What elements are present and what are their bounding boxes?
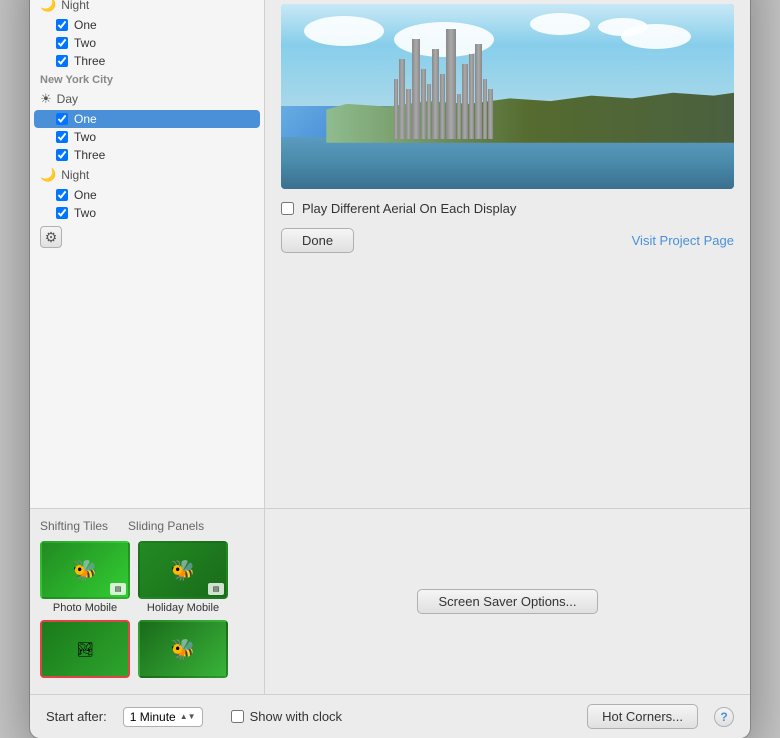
shifting-tiles-tab[interactable]: Shifting Tiles [40,519,108,533]
content-area: 🌙 Night One Two Three New York City [30,0,750,508]
day-two-checkbox[interactable] [56,131,68,143]
button-row: Done Visit Project Page [281,228,734,253]
screensaver-content: Shifting Tiles Sliding Panels 🐝 ▤ Photo … [30,509,750,694]
thumb-row-1: 🐝 ▤ Photo Mobile 🐝 ▤ Holiday Mobile [40,541,254,614]
night1-two-item[interactable]: Two [30,34,264,52]
day-three-checkbox[interactable] [56,149,68,161]
night1-three-checkbox[interactable] [56,55,68,67]
night2-one-label: One [74,188,97,202]
screensaver-left: Shifting Tiles Sliding Panels 🐝 ▤ Photo … [30,509,265,694]
buildings [394,74,711,139]
night2-one-checkbox[interactable] [56,189,68,201]
start-after-label: Start after: [46,709,107,724]
night2-two-item[interactable]: Two [30,204,264,222]
night1-two-checkbox[interactable] [56,37,68,49]
main-panel: Play Different Aerial On Each Display Do… [265,0,750,508]
night-group-1-header: 🌙 Night [30,0,264,16]
day-three-item[interactable]: Three [30,146,264,164]
day-one-checkbox[interactable] [56,113,68,125]
night-group-1-label: Night [61,0,89,12]
sliding-panels-tab[interactable]: Sliding Panels [128,519,204,533]
thumb-overlay-2: ▤ [208,583,224,595]
aerial-checkbox[interactable] [281,202,294,215]
moon-icon-2: 🌙 [40,167,56,183]
day-three-label: Three [74,148,105,162]
holiday-mobile-thumb: 🐝 ▤ [138,541,228,599]
night2-one-item[interactable]: One [30,186,264,204]
show-clock-label: Show with clock [250,709,342,724]
holiday-mobile-item[interactable]: 🐝 ▤ Holiday Mobile [138,541,228,614]
show-clock-row: Show with clock [231,709,342,724]
day-two-label: Two [74,130,96,144]
moon-icon-1: 🌙 [40,0,56,13]
main-window: ‹ › Desktop & Screen Saver 🔍 🌙 [30,0,750,738]
night2-two-checkbox[interactable] [56,207,68,219]
nyc-label: New York City [30,70,264,88]
thumb-overlay-1: ▤ [110,583,126,595]
thumb-3: 🏞 [40,620,130,678]
night1-three-item[interactable]: Three [30,52,264,70]
day-one-label: One [74,112,97,126]
thumb-row-2: 🏞 🐝 [40,620,254,678]
photo-mobile-item[interactable]: 🐝 ▤ Photo Mobile [40,541,130,614]
thumb-item-4[interactable]: 🐝 [138,620,228,678]
day-group-header: ☀ Day [30,88,264,110]
hot-corners-button[interactable]: Hot Corners... [587,704,698,729]
bottom-section: Shifting Tiles Sliding Panels 🐝 ▤ Photo … [30,508,750,694]
show-clock-checkbox[interactable] [231,710,244,723]
preview-image [281,4,734,189]
start-after-select[interactable]: 1 Minute ▲▼ [123,707,203,727]
night1-one-label: One [74,18,97,32]
day-one-item[interactable]: One [34,110,260,128]
done-button[interactable]: Done [281,228,354,253]
clouds [281,13,734,69]
holiday-mobile-label: Holiday Mobile [138,602,228,614]
aerial-checkbox-row: Play Different Aerial On Each Display [281,201,734,216]
day-two-item[interactable]: Two [30,128,264,146]
gear-icon: ⚙ [45,229,58,246]
day-group-label: Day [57,92,78,106]
sidebar: 🌙 Night One Two Three New York City [30,0,265,508]
screensaver-right: Screen Saver Options... [265,509,750,694]
night-group-2-header: 🌙 Night [30,164,264,186]
night1-one-checkbox[interactable] [56,19,68,31]
water [281,137,734,189]
thumb-4: 🐝 [138,620,228,678]
bottom-bar: Start after: 1 Minute ▲▼ Show with clock… [30,694,750,738]
night2-two-label: Two [74,206,96,220]
sidebar-scroll: 🌙 Night One Two Three New York City [30,0,264,260]
aerial-checkbox-label: Play Different Aerial On Each Display [302,201,516,216]
photo-mobile-thumb: 🐝 ▤ [40,541,130,599]
photo-mobile-label: Photo Mobile [40,602,130,614]
night-group-2-label: Night [61,168,89,182]
thumbnails-grid: 🐝 ▤ Photo Mobile 🐝 ▤ Holiday Mobile [40,541,254,678]
sun-icon: ☀ [40,91,52,107]
night1-three-label: Three [74,54,105,68]
saver-categories: Shifting Tiles Sliding Panels [40,519,254,533]
thumb-item-3[interactable]: 🏞 [40,620,130,678]
night1-one-item[interactable]: One [30,16,264,34]
start-after-value: 1 Minute [130,710,176,724]
screen-saver-options-button[interactable]: Screen Saver Options... [417,589,597,614]
night1-two-label: Two [74,36,96,50]
gear-button[interactable]: ⚙ [40,226,62,248]
visit-project-link[interactable]: Visit Project Page [632,233,734,248]
help-button[interactable]: ? [714,707,734,727]
city-skyline [281,4,734,189]
select-arrow-icon: ▲▼ [180,712,196,721]
